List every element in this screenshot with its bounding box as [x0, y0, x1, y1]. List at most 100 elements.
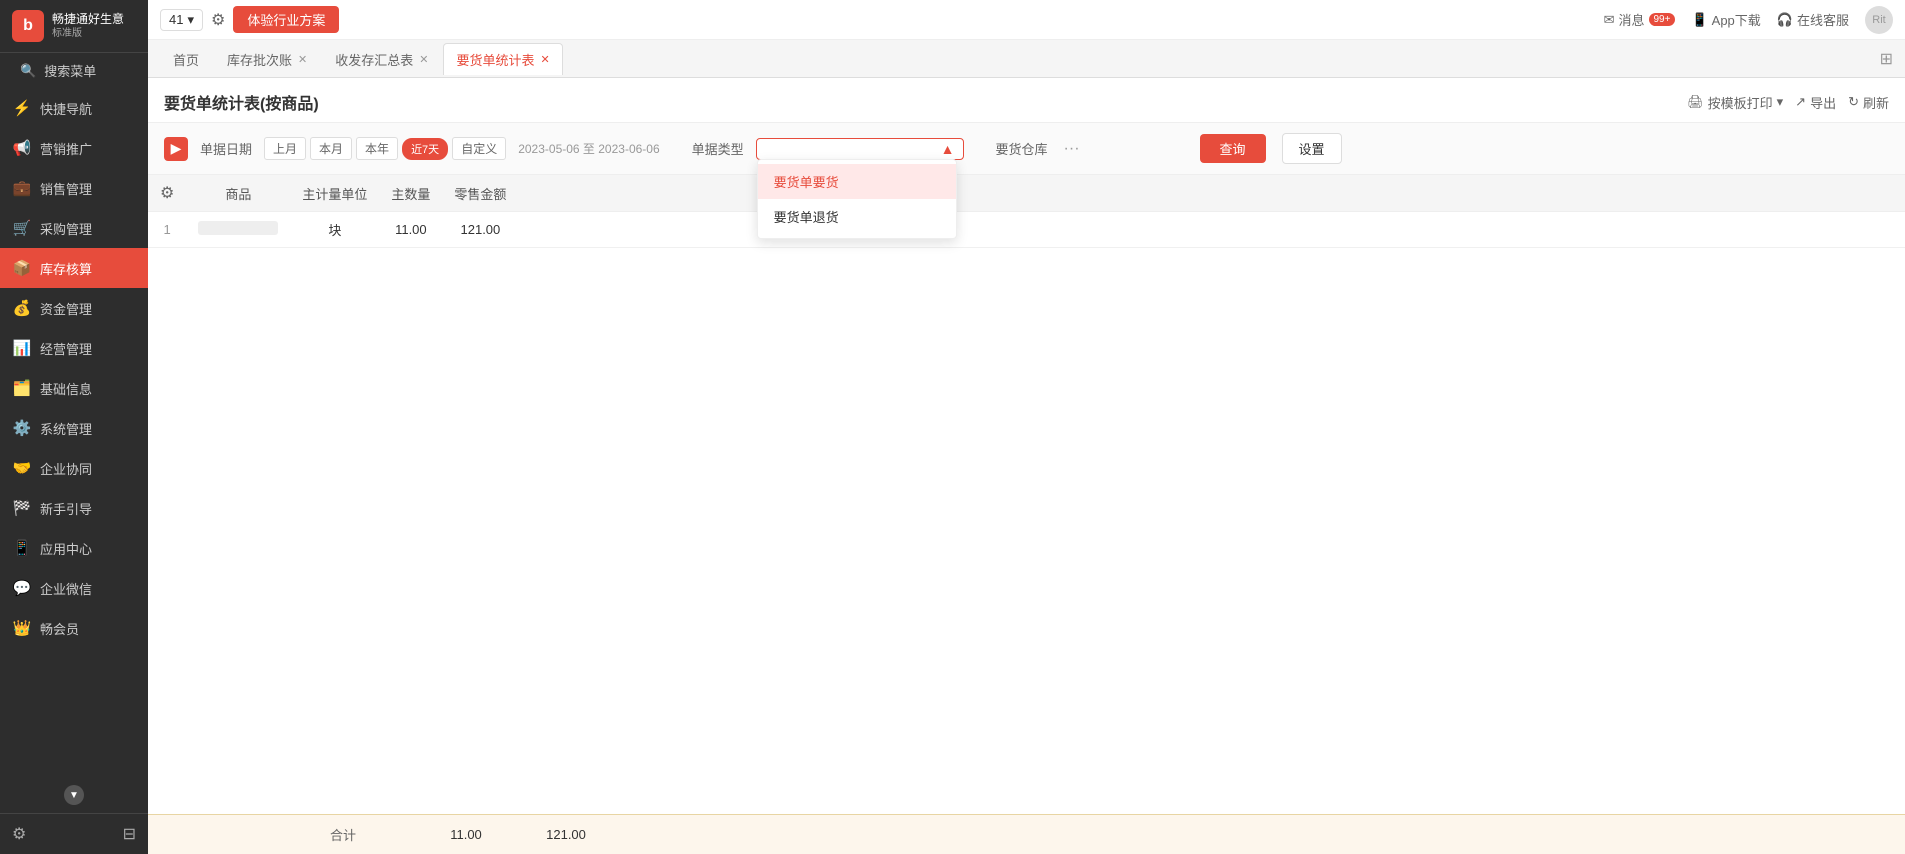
settings-icon[interactable]: ⚙ — [12, 824, 26, 844]
sidebar-item-base[interactable]: 🗂️基础信息 — [0, 368, 148, 408]
type-dropdown-menu: 要货单要货要货单退货 — [757, 159, 957, 239]
tab-order-summary[interactable]: 要货单统计表 ✕ — [443, 43, 562, 75]
type-filter-input[interactable] — [765, 141, 941, 156]
tab-label-inventory-batch: 库存批次账 — [227, 50, 292, 69]
table-footer: 合计 11.00 121.00 — [148, 814, 1905, 854]
date-btn-year[interactable]: 本年 — [356, 137, 398, 160]
operation-icon: 📊 — [12, 338, 32, 358]
chevron-down-icon: ▾ — [187, 12, 194, 28]
search-menu-item[interactable]: 🔍 搜索菜单 — [0, 53, 148, 88]
column-settings-icon[interactable]: ⚙ — [160, 185, 174, 202]
app-icon: 📱 — [1691, 12, 1707, 28]
sidebar-item-finance[interactable]: 💰资金管理 — [0, 288, 148, 328]
sidebar-item-marketing[interactable]: 📢营销推广 — [0, 128, 148, 168]
footer-qty: 11.00 — [416, 827, 516, 842]
export-button[interactable]: ↗ 导出 — [1795, 93, 1836, 112]
sidebar: b 畅捷通好生意 标准版 🔍 搜索菜单 ⚡快捷导航📢营销推广💼销售管理🛒采购管理… — [0, 0, 148, 854]
search-icon: 🔍 — [20, 63, 36, 79]
company-selector[interactable]: 41 ▾ — [160, 9, 203, 31]
guide-icon: 🏁 — [12, 498, 32, 518]
col-header-product: 商品 — [186, 175, 290, 212]
tab-label-order-summary: 要货单统计表 — [456, 50, 534, 69]
sidebar-scroll-down[interactable]: ▼ — [64, 785, 84, 805]
cell-qty: 11.00 — [379, 212, 442, 248]
logo-text: 畅捷通好生意 标准版 — [52, 12, 124, 41]
filter-expand-button[interactable]: ▶ — [164, 137, 188, 161]
topbar-right: ✉ 消息 99+ 📱 App下载 🎧 在线客服 Rit — [1604, 6, 1893, 34]
refresh-icon: ↻ — [1848, 94, 1859, 110]
date-range-text: 2023-05-06 至 2023-06-06 — [518, 140, 659, 157]
sidebar-item-enterprise[interactable]: 🤝企业协同 — [0, 448, 148, 488]
col-header-empty — [518, 175, 1905, 212]
page-title: 要货单统计表(按商品) — [164, 90, 319, 114]
query-button[interactable]: 查询 — [1200, 134, 1266, 163]
refresh-button[interactable]: ↻ 刷新 — [1848, 93, 1889, 112]
wechat-icon: 💬 — [12, 578, 32, 598]
cell-unit: 块 — [290, 212, 379, 248]
tab-close-order-summary[interactable]: ✕ — [541, 53, 550, 66]
sidebar-nav: ⚡快捷导航📢营销推广💼销售管理🛒采购管理📦库存核算💰资金管理📊经营管理🗂️基础信… — [0, 88, 148, 777]
export-icon: ↗ — [1795, 94, 1806, 110]
toggle-sidebar-icon[interactable]: ⊟ — [123, 824, 136, 844]
sidebar-item-operation[interactable]: 📊经营管理 — [0, 328, 148, 368]
sidebar-item-guide[interactable]: 🏁新手引导 — [0, 488, 148, 528]
date-filter-label: 单据日期 — [200, 139, 252, 158]
table-body: 1 块 11.00 121.00 — [148, 212, 1905, 248]
warehouse-filter-label: 要货仓库 — [996, 139, 1048, 158]
print-template-button[interactable]: 🖨 按模板打印 ▾ — [1687, 93, 1783, 112]
sidebar-item-system[interactable]: ⚙️系统管理 — [0, 408, 148, 448]
filter-bar: ▶ 单据日期 上月本月本年近7天自定义 2023-05-06 至 2023-06… — [148, 123, 1905, 175]
tab-receive-summary[interactable]: 收发存汇总表 ✕ — [322, 43, 441, 75]
sidebar-item-wechat[interactable]: 💬企业微信 — [0, 568, 148, 608]
warehouse-more-icon[interactable]: ··· — [1064, 140, 1080, 158]
topbar-left: 41 ▾ ⚙ 体验行业方案 — [160, 6, 339, 33]
type-filter-wrap: ▲ 要货单要货要货单退货 — [756, 138, 964, 160]
sidebar-item-inventory[interactable]: 📦库存核算 — [0, 248, 148, 288]
filter-settings-button[interactable]: 设置 — [1282, 133, 1342, 164]
sidebar-item-membership[interactable]: 👑畅会员 — [0, 608, 148, 648]
sidebar-bottom: ⚙ ⊟ — [0, 813, 148, 854]
dropdown-item-order-goods[interactable]: 要货单要货 — [758, 164, 956, 199]
col-header-settings[interactable]: ⚙ — [148, 175, 186, 212]
online-support-button[interactable]: 🎧 在线客服 — [1777, 10, 1849, 29]
base-icon: 🗂️ — [12, 378, 32, 398]
system-icon: ⚙️ — [12, 418, 32, 438]
tab-expand-button[interactable]: ⊞ — [1880, 49, 1893, 69]
date-btn-up[interactable]: 上月 — [264, 137, 306, 160]
settings-gear-icon[interactable]: ⚙ — [211, 10, 225, 30]
support-icon: 🎧 — [1777, 12, 1793, 28]
date-btn-week7[interactable]: 近7天 — [402, 138, 448, 160]
purchase-icon: 🛒 — [12, 218, 32, 238]
date-btn-custom[interactable]: 自定义 — [452, 137, 506, 160]
user-avatar[interactable]: Rit — [1865, 6, 1893, 34]
appstore-icon: 📱 — [12, 538, 32, 558]
tabbar: 首页库存批次账 ✕收发存汇总表 ✕要货单统计表 ✕⊞ — [148, 40, 1905, 78]
date-btn-cur[interactable]: 本月 — [310, 137, 352, 160]
app-download-button[interactable]: 📱 App下载 — [1691, 10, 1760, 29]
tab-label-home: 首页 — [173, 50, 199, 69]
table-header: ⚙ 商品主计量单位主数量零售金额 — [148, 175, 1905, 212]
sidebar-item-appstore[interactable]: 📱应用中心 — [0, 528, 148, 568]
tab-label-receive-summary: 收发存汇总表 — [335, 50, 413, 69]
finance-icon: 💰 — [12, 298, 32, 318]
cell-num: 1 — [148, 212, 186, 248]
col-header-qty: 主数量 — [379, 175, 442, 212]
marketing-icon: 📢 — [12, 138, 32, 158]
col-header-amount: 零售金额 — [442, 175, 518, 212]
tab-close-inventory-batch[interactable]: ✕ — [298, 53, 307, 66]
dropdown-item-order-return[interactable]: 要货单退货 — [758, 199, 956, 234]
tab-inventory-batch[interactable]: 库存批次账 ✕ — [214, 43, 320, 75]
trial-button[interactable]: 体验行业方案 — [233, 6, 339, 33]
logo-icon: b — [12, 10, 44, 42]
type-chevron-up-icon[interactable]: ▲ — [941, 141, 955, 157]
col-header-unit: 主计量单位 — [290, 175, 379, 212]
tab-home[interactable]: 首页 — [160, 43, 212, 75]
topbar: 41 ▾ ⚙ 体验行业方案 ✉ 消息 99+ 📱 App下载 🎧 在线客服 Ri… — [148, 0, 1905, 40]
print-icon: 🖨 — [1687, 94, 1704, 110]
sidebar-item-purchase[interactable]: 🛒采购管理 — [0, 208, 148, 248]
table-row: 1 块 11.00 121.00 — [148, 212, 1905, 248]
sidebar-item-sales[interactable]: 💼销售管理 — [0, 168, 148, 208]
tab-close-receive-summary[interactable]: ✕ — [419, 53, 428, 66]
message-button[interactable]: ✉ 消息 99+ — [1604, 10, 1676, 29]
sidebar-item-quick-nav[interactable]: ⚡快捷导航 — [0, 88, 148, 128]
